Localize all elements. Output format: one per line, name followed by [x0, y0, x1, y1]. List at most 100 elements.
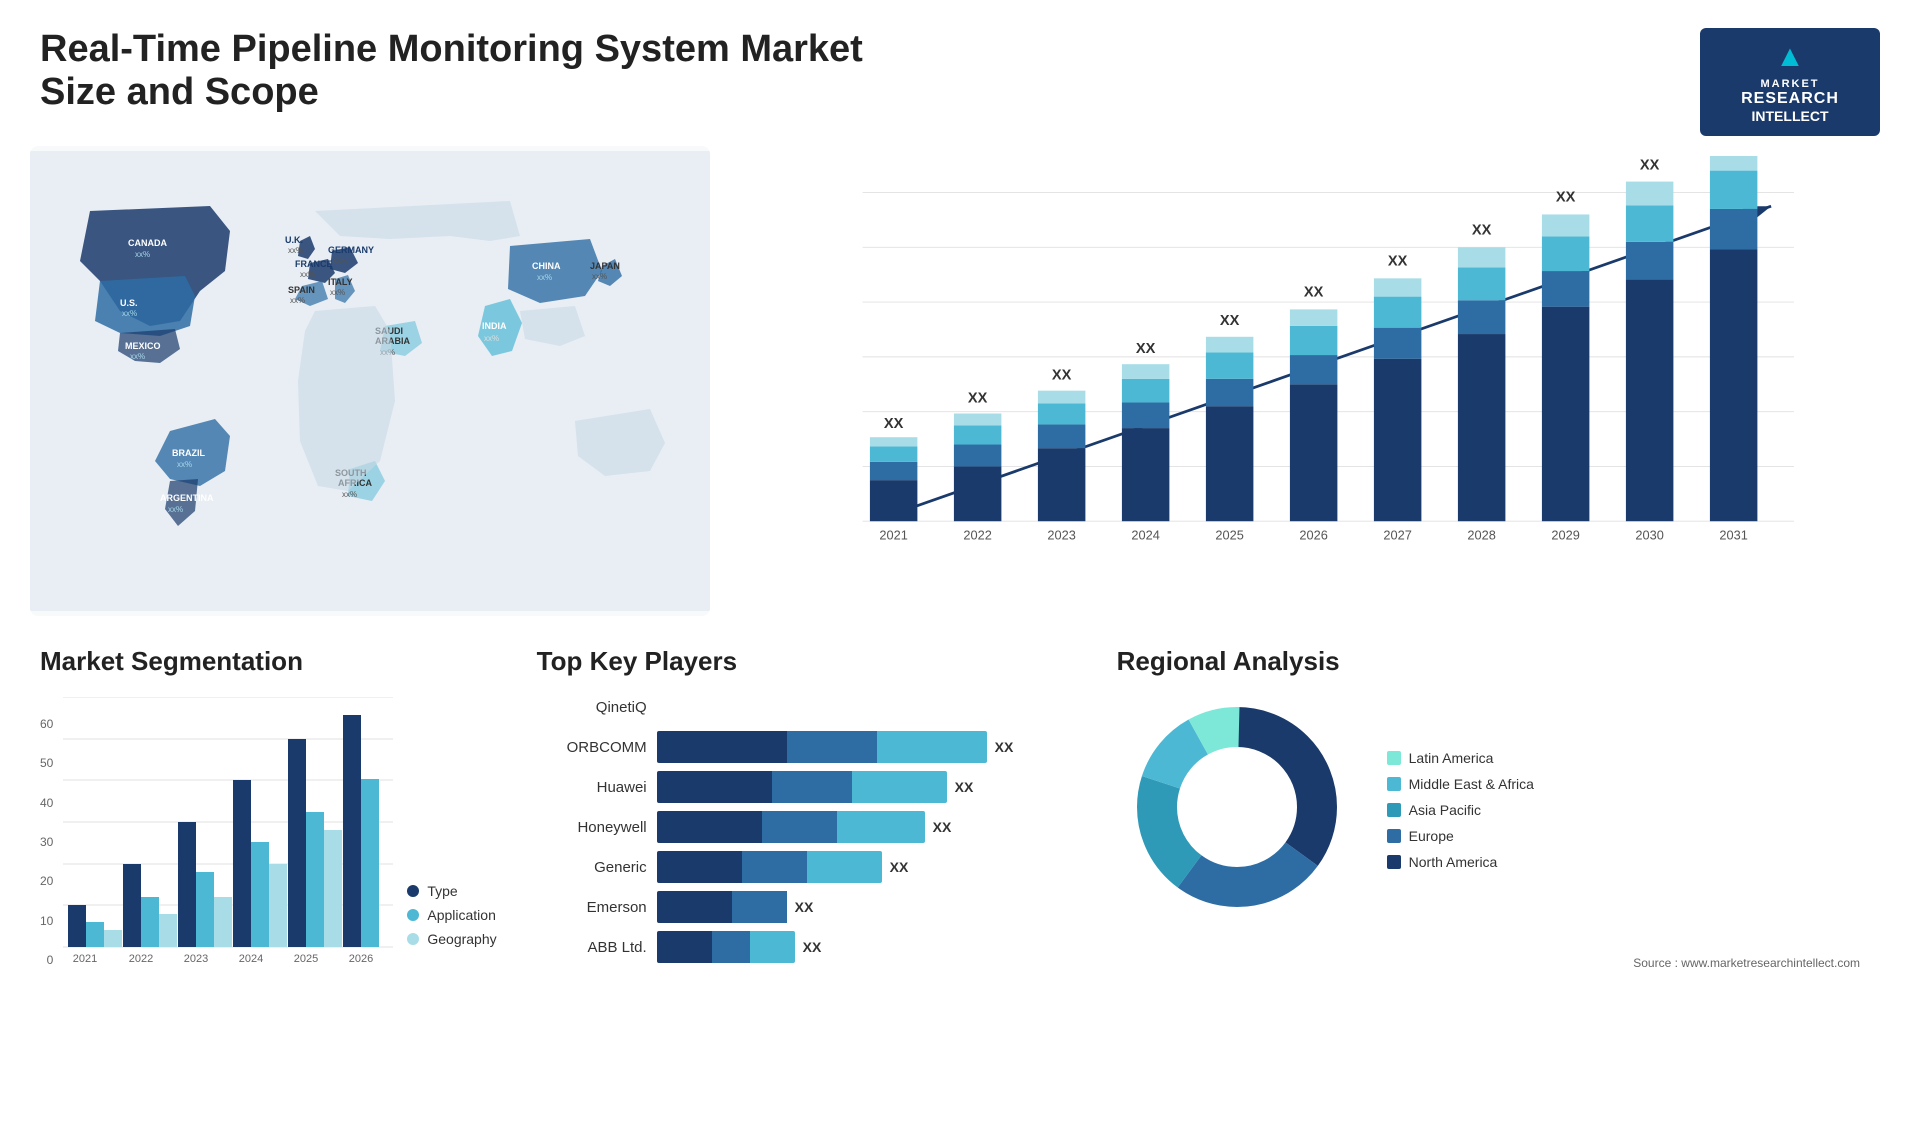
- bottom-section: Market Segmentation 60 50 40 30 20 10 0: [30, 636, 1890, 1056]
- svg-text:2029: 2029: [1551, 527, 1579, 542]
- legend-geography: Geography: [407, 931, 496, 947]
- legend-application: Application: [407, 907, 496, 923]
- svg-text:XX: XX: [1136, 341, 1156, 357]
- svg-text:2022: 2022: [129, 953, 153, 965]
- player-bar: XX: [657, 811, 1077, 843]
- svg-text:2030: 2030: [1635, 527, 1663, 542]
- svg-text:xx%: xx%: [330, 288, 345, 297]
- application-dot: [407, 909, 419, 921]
- svg-text:CHINA: CHINA: [532, 261, 561, 271]
- player-name: Generic: [537, 859, 647, 876]
- player-bar: [657, 691, 1077, 723]
- svg-text:XX: XX: [968, 391, 988, 407]
- logo-icon: ▲: [1775, 40, 1805, 74]
- legend-asia-pacific: Asia Pacific: [1387, 802, 1534, 818]
- player-name: ABB Ltd.: [537, 939, 647, 956]
- svg-text:xx%: xx%: [290, 296, 305, 305]
- player-row-abb: ABB Ltd. XX: [537, 931, 1077, 963]
- svg-text:FRANCE: FRANCE: [295, 259, 333, 269]
- regional-legend: Latin America Middle East & Africa Asia …: [1387, 750, 1534, 870]
- svg-text:2021: 2021: [879, 527, 907, 542]
- svg-text:JAPAN: JAPAN: [590, 261, 620, 271]
- bar-chart-container: XX XX XX XX: [730, 146, 1890, 616]
- player-name: Huawei: [537, 779, 647, 796]
- svg-text:BRAZIL: BRAZIL: [172, 448, 205, 458]
- svg-text:GERMANY: GERMANY: [328, 245, 374, 255]
- regional-title: Regional Analysis: [1117, 646, 1880, 677]
- logo-line3: INTELLECT: [1752, 108, 1829, 124]
- svg-text:2025: 2025: [294, 953, 318, 965]
- player-name: Emerson: [537, 899, 647, 916]
- player-row-orbcomm: ORBCOMM XX: [537, 731, 1077, 763]
- svg-text:2021: 2021: [73, 953, 97, 965]
- player-row-emerson: Emerson XX: [537, 891, 1077, 923]
- svg-text:xx%: xx%: [122, 309, 137, 318]
- svg-text:XX: XX: [1220, 313, 1240, 329]
- page-title: Real-Time Pipeline Monitoring System Mar…: [40, 28, 940, 114]
- svg-text:xx%: xx%: [135, 250, 150, 259]
- player-bar: XX: [657, 731, 1077, 763]
- player-bar: XX: [657, 851, 1077, 883]
- top-section: CANADA xx% U.S. xx% MEXICO xx% BRAZIL xx…: [30, 146, 1890, 616]
- player-name: QinetiQ: [537, 699, 647, 716]
- svg-text:CANADA: CANADA: [128, 238, 167, 248]
- legend-type: Type: [407, 883, 496, 899]
- svg-text:2022: 2022: [963, 527, 991, 542]
- svg-text:SPAIN: SPAIN: [288, 285, 315, 295]
- svg-text:2026: 2026: [1299, 527, 1327, 542]
- player-row-honeywell: Honeywell XX: [537, 811, 1077, 843]
- svg-text:U.S.: U.S.: [120, 298, 138, 308]
- map-container: CANADA xx% U.S. xx% MEXICO xx% BRAZIL xx…: [30, 146, 710, 616]
- player-row-qinetiQ: QinetiQ: [537, 691, 1077, 723]
- player-name: ORBCOMM: [537, 739, 647, 756]
- header: Real-Time Pipeline Monitoring System Mar…: [0, 0, 1920, 146]
- svg-text:XX: XX: [1556, 190, 1576, 206]
- svg-text:XX: XX: [1052, 368, 1072, 384]
- svg-text:XX: XX: [1472, 223, 1492, 239]
- svg-text:XX: XX: [1388, 254, 1408, 270]
- segmentation-title: Market Segmentation: [40, 646, 497, 677]
- svg-text:xx%: xx%: [592, 272, 607, 281]
- players-container: Top Key Players QinetiQ ORBCOMM XX: [527, 636, 1087, 1056]
- geography-dot: [407, 933, 419, 945]
- player-row-generic: Generic XX: [537, 851, 1077, 883]
- svg-text:XX: XX: [884, 416, 904, 432]
- svg-text:2025: 2025: [1215, 527, 1243, 542]
- svg-text:2024: 2024: [1131, 527, 1159, 542]
- player-name: Honeywell: [537, 819, 647, 836]
- donut-chart-svg: [1117, 687, 1357, 927]
- svg-text:xx%: xx%: [130, 352, 145, 361]
- content-area: CANADA xx% U.S. xx% MEXICO xx% BRAZIL xx…: [0, 146, 1920, 1056]
- svg-text:2031: 2031: [1719, 527, 1747, 542]
- svg-text:2024: 2024: [239, 953, 263, 965]
- legend-europe: Europe: [1387, 828, 1534, 844]
- legend-middle-east-africa: Middle East & Africa: [1387, 776, 1534, 792]
- logo-line2: RESEARCH: [1741, 90, 1839, 108]
- segmentation-chart-svg: 2021 2022 2023 2024 2025 2026: [63, 697, 393, 967]
- donut-chart-wrapper: [1117, 687, 1357, 932]
- svg-text:XX: XX: [1304, 285, 1324, 301]
- svg-text:2028: 2028: [1467, 527, 1495, 542]
- svg-text:2023: 2023: [184, 953, 208, 965]
- logo: ▲ MARKET RESEARCH INTELLECT: [1700, 28, 1880, 136]
- type-dot: [407, 885, 419, 897]
- players-list: QinetiQ ORBCOMM XX Huawei: [537, 691, 1077, 963]
- svg-text:ITALY: ITALY: [328, 277, 353, 287]
- svg-text:xx%: xx%: [342, 490, 357, 499]
- svg-text:XX: XX: [1640, 158, 1660, 174]
- player-row-huawei: Huawei XX: [537, 771, 1077, 803]
- segmentation-container: Market Segmentation 60 50 40 30 20 10 0: [30, 636, 507, 1056]
- legend-latin-america: Latin America: [1387, 750, 1534, 766]
- svg-text:INDIA: INDIA: [482, 321, 507, 331]
- legend-north-america: North America: [1387, 854, 1534, 870]
- world-map-svg: CANADA xx% U.S. xx% MEXICO xx% BRAZIL xx…: [30, 146, 710, 616]
- svg-text:xx%: xx%: [537, 273, 552, 282]
- svg-text:U.K.: U.K.: [285, 235, 303, 245]
- svg-text:xx%: xx%: [333, 256, 348, 265]
- player-bar: XX: [657, 931, 1077, 963]
- svg-text:2026: 2026: [349, 953, 373, 965]
- svg-text:2027: 2027: [1383, 527, 1411, 542]
- svg-text:xx%: xx%: [484, 334, 499, 343]
- svg-text:xx%: xx%: [288, 246, 303, 255]
- player-bar: XX: [657, 891, 1077, 923]
